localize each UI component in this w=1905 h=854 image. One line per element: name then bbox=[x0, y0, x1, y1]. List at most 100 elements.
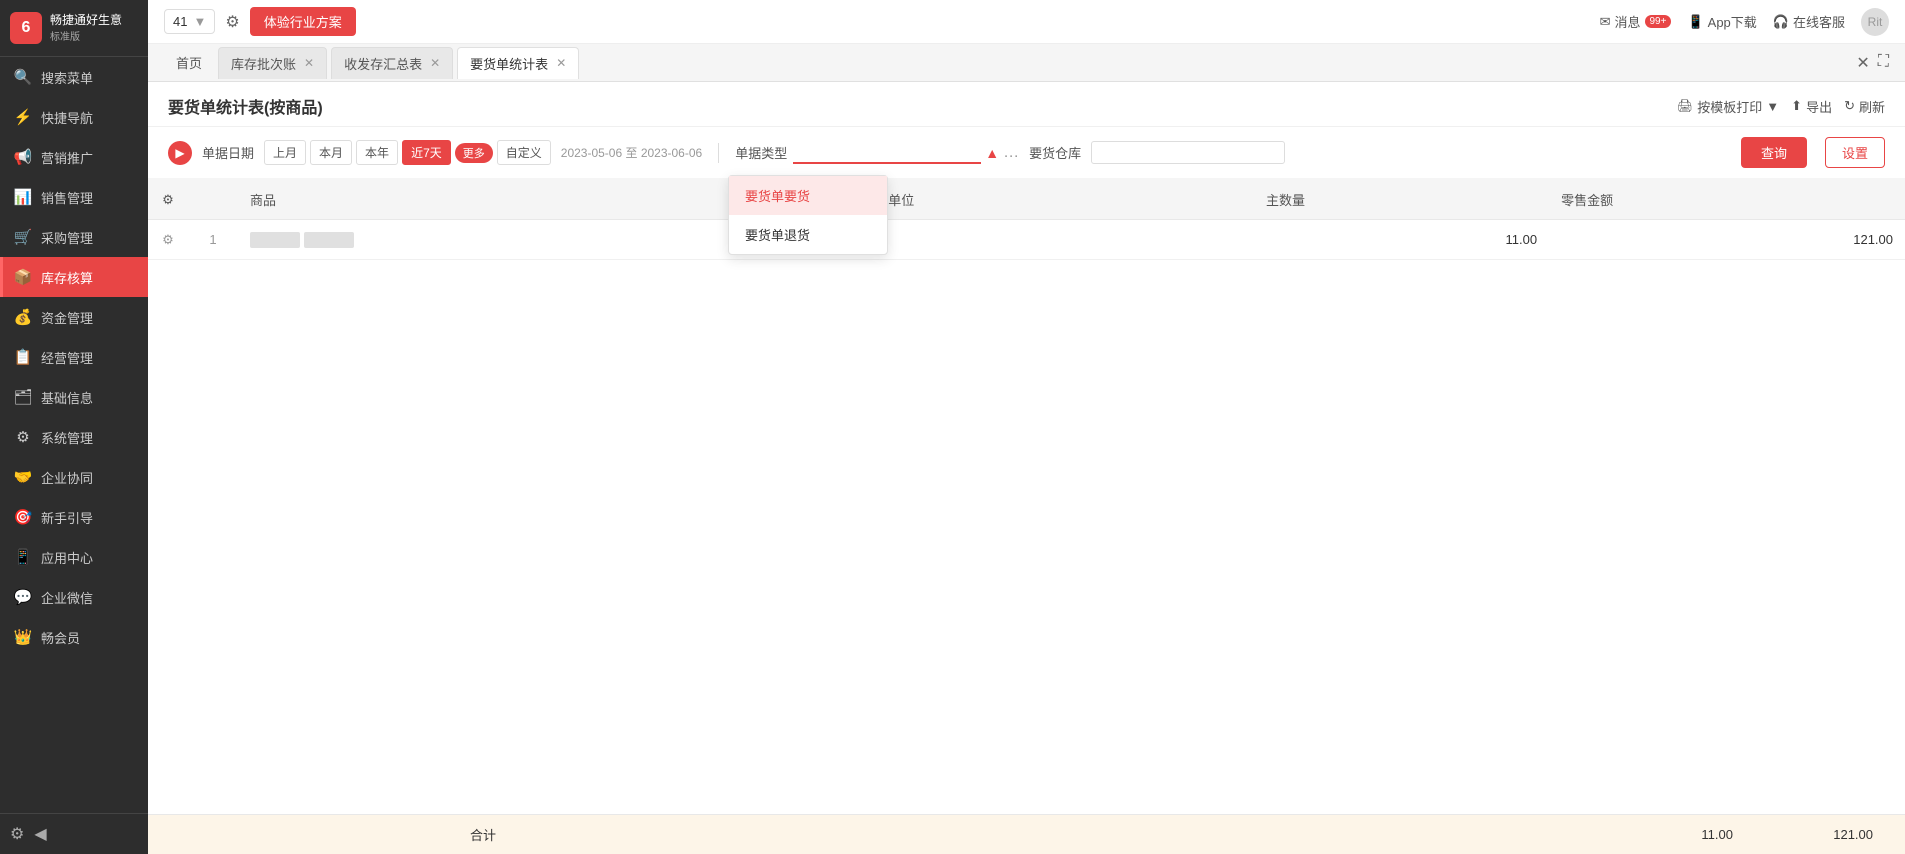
print-icon: 🖨 bbox=[1677, 98, 1694, 114]
page-header: 要货单统计表(按商品) 🖨 按模板打印 ▼ ⬆ 导出 ↻ 刷新 bbox=[148, 82, 1905, 126]
sidebar-label-purchase: 采购管理 bbox=[41, 228, 93, 247]
product-name-block-2 bbox=[304, 232, 354, 248]
row-gear-cell[interactable]: ⚙ bbox=[148, 220, 188, 260]
date-btn-last-month[interactable]: 上月 bbox=[264, 140, 306, 165]
sidebar-item-operations[interactable]: 📋 经营管理 bbox=[0, 337, 148, 377]
type-filter-more-icon[interactable]: … bbox=[1003, 144, 1019, 162]
col-num bbox=[188, 180, 238, 220]
query-button[interactable]: 查询 bbox=[1741, 137, 1807, 168]
message-icon: ✉ bbox=[1600, 14, 1611, 30]
sidebar-label-wechat: 企业微信 bbox=[41, 588, 93, 607]
sidebar-item-enterprise[interactable]: 🤝 企业协同 bbox=[0, 457, 148, 497]
sidebar-item-member[interactable]: 👑 畅会员 bbox=[0, 617, 148, 657]
company-selector[interactable]: 41 ▼ bbox=[164, 9, 215, 34]
print-dropdown-icon[interactable]: ▼ bbox=[1766, 99, 1779, 114]
settings-action-button[interactable]: 设置 bbox=[1825, 137, 1885, 168]
col-unit: 主计量单位 bbox=[837, 180, 1254, 220]
header-gear-icon[interactable]: ⚙ bbox=[225, 12, 239, 32]
col-amount: 零售金额 bbox=[1549, 180, 1905, 220]
row-num-cell: 1 bbox=[188, 220, 238, 260]
service-icon: 🎧 bbox=[1773, 14, 1789, 30]
sidebar-label-search: 搜索菜单 bbox=[41, 68, 93, 87]
tab-home-label: 首页 bbox=[176, 53, 202, 72]
export-icon: ⬆ bbox=[1791, 98, 1802, 114]
inventory-icon: 📦 bbox=[13, 267, 33, 287]
page-title: 要货单统计表(按商品) bbox=[168, 94, 323, 118]
filter-expand-button[interactable]: ▶ bbox=[168, 141, 192, 165]
message-badge: 99+ bbox=[1645, 15, 1672, 28]
table-section: ⚙ 商品 主计量单位 主数量 零售金额 ⚙ 1 bbox=[148, 180, 1905, 814]
date-more-button[interactable]: 更多 bbox=[455, 143, 493, 163]
sidebar-item-quick-nav[interactable]: ⚡ 快捷导航 bbox=[0, 97, 148, 137]
warehouse-filter-input[interactable] bbox=[1091, 141, 1285, 164]
row-unit-cell: 块 bbox=[837, 220, 1254, 260]
tab-receive-summary-label: 收发存汇总表 bbox=[344, 54, 422, 73]
data-table: ⚙ 商品 主计量单位 主数量 零售金额 ⚙ 1 bbox=[148, 180, 1905, 260]
type-filter-arrow[interactable]: ▲ bbox=[985, 145, 999, 161]
refresh-label: 刷新 bbox=[1859, 97, 1885, 116]
sidebar-item-wechat[interactable]: 💬 企业微信 bbox=[0, 577, 148, 617]
sidebar-bottom: ⚙ ◀ bbox=[0, 813, 148, 854]
tab-receive-summary-close[interactable]: ✕ bbox=[430, 56, 440, 70]
sidebar-label-marketing: 营销推广 bbox=[41, 148, 93, 167]
filter-type-area: 单据类型 ▲ … bbox=[735, 141, 1019, 164]
tab-order-summary[interactable]: 要货单统计表 ✕ bbox=[457, 47, 579, 79]
tab-expand-icon[interactable]: ⛶ bbox=[1878, 53, 1889, 73]
app-download-button[interactable]: 📱 App下载 bbox=[1687, 12, 1756, 31]
sidebar-label-finance: 资金管理 bbox=[41, 308, 93, 327]
warehouse-filter-label: 要货仓库 bbox=[1029, 143, 1081, 162]
print-button[interactable]: 🖨 按模板打印 ▼ bbox=[1677, 97, 1779, 116]
logo-icon: 6 bbox=[10, 12, 42, 44]
collapse-sidebar-icon[interactable]: ◀ bbox=[34, 824, 46, 844]
marketing-icon: 📢 bbox=[13, 147, 33, 167]
tab-inventory-batch-close[interactable]: ✕ bbox=[304, 56, 314, 70]
refresh-button[interactable]: ↻ 刷新 bbox=[1844, 97, 1885, 116]
sidebar-item-basic[interactable]: 🗂 基础信息 bbox=[0, 377, 148, 417]
sidebar-item-finance[interactable]: 💰 资金管理 bbox=[0, 297, 148, 337]
date-btn-custom[interactable]: 自定义 bbox=[497, 140, 551, 165]
sidebar-item-appstore[interactable]: 📱 应用中心 bbox=[0, 537, 148, 577]
sidebar-item-marketing[interactable]: 📢 营销推广 bbox=[0, 137, 148, 177]
sidebar-item-purchase[interactable]: 🛒 采购管理 bbox=[0, 217, 148, 257]
tab-receive-summary[interactable]: 收发存汇总表 ✕ bbox=[331, 47, 453, 79]
sidebar-item-search[interactable]: 🔍 搜索菜单 bbox=[0, 57, 148, 97]
date-btn-this-month[interactable]: 本月 bbox=[310, 140, 352, 165]
date-range-display: 2023-05-06 至 2023-06-06 bbox=[561, 144, 702, 161]
footer-label: 合计 bbox=[470, 825, 496, 844]
company-number: 41 bbox=[173, 14, 187, 29]
user-avatar[interactable]: Rit bbox=[1861, 8, 1889, 36]
top-header: 41 ▼ ⚙ 体验行业方案 ✉ 消息 99+ 📱 App下载 🎧 在线客服 Ri… bbox=[148, 0, 1905, 44]
app-version: 标准版 bbox=[50, 28, 122, 43]
tab-inventory-batch[interactable]: 库存批次账 ✕ bbox=[218, 47, 327, 79]
online-service-label: 在线客服 bbox=[1793, 12, 1845, 31]
dropdown-item-order-return[interactable]: 要货单退货 bbox=[729, 215, 887, 254]
export-button[interactable]: ⬆ 导出 bbox=[1791, 97, 1832, 116]
date-btn-last-7-days[interactable]: 近7天 bbox=[402, 140, 451, 165]
date-quick-buttons: 上月 本月 本年 近7天 更多 自定义 bbox=[264, 140, 551, 165]
tab-home[interactable]: 首页 bbox=[164, 47, 214, 78]
purchase-icon: 🛒 bbox=[13, 227, 33, 247]
bottom-settings-icon[interactable]: ⚙ bbox=[10, 824, 24, 844]
message-button[interactable]: ✉ 消息 99+ bbox=[1600, 12, 1672, 31]
dropdown-item-order-goods[interactable]: 要货单要货 bbox=[729, 176, 887, 215]
trial-button[interactable]: 体验行业方案 bbox=[250, 7, 356, 36]
app-name: 畅捷通好生意 bbox=[50, 13, 122, 29]
table-footer: 合计 11.00 121.00 bbox=[148, 814, 1905, 854]
sidebar-item-sales[interactable]: 📊 销售管理 bbox=[0, 177, 148, 217]
online-service-button[interactable]: 🎧 在线客服 bbox=[1773, 12, 1845, 31]
sidebar-item-system[interactable]: ⚙ 系统管理 bbox=[0, 417, 148, 457]
date-btn-this-year[interactable]: 本年 bbox=[356, 140, 398, 165]
filter-divider bbox=[718, 143, 719, 163]
sidebar-label-operations: 经营管理 bbox=[41, 348, 93, 367]
page-header-actions: 🖨 按模板打印 ▼ ⬆ 导出 ↻ 刷新 bbox=[1677, 97, 1885, 116]
tab-order-summary-close[interactable]: ✕ bbox=[556, 56, 566, 70]
sidebar-item-inventory[interactable]: 📦 库存核算 bbox=[0, 257, 148, 297]
sidebar-item-guide[interactable]: 🎯 新手引导 bbox=[0, 497, 148, 537]
tab-close-all-icon[interactable]: ✕ bbox=[1856, 53, 1869, 73]
content-page: 要货单统计表(按商品) 🖨 按模板打印 ▼ ⬆ 导出 ↻ 刷新 ▶ bbox=[148, 82, 1905, 854]
table-header: ⚙ 商品 主计量单位 主数量 零售金额 bbox=[148, 180, 1905, 220]
export-label: 导出 bbox=[1806, 97, 1832, 116]
row-quantity-cell: 11.00 bbox=[1254, 220, 1549, 260]
type-filter-input[interactable] bbox=[793, 141, 981, 164]
tab-bar-actions: ✕ ⛶ bbox=[1856, 53, 1889, 73]
